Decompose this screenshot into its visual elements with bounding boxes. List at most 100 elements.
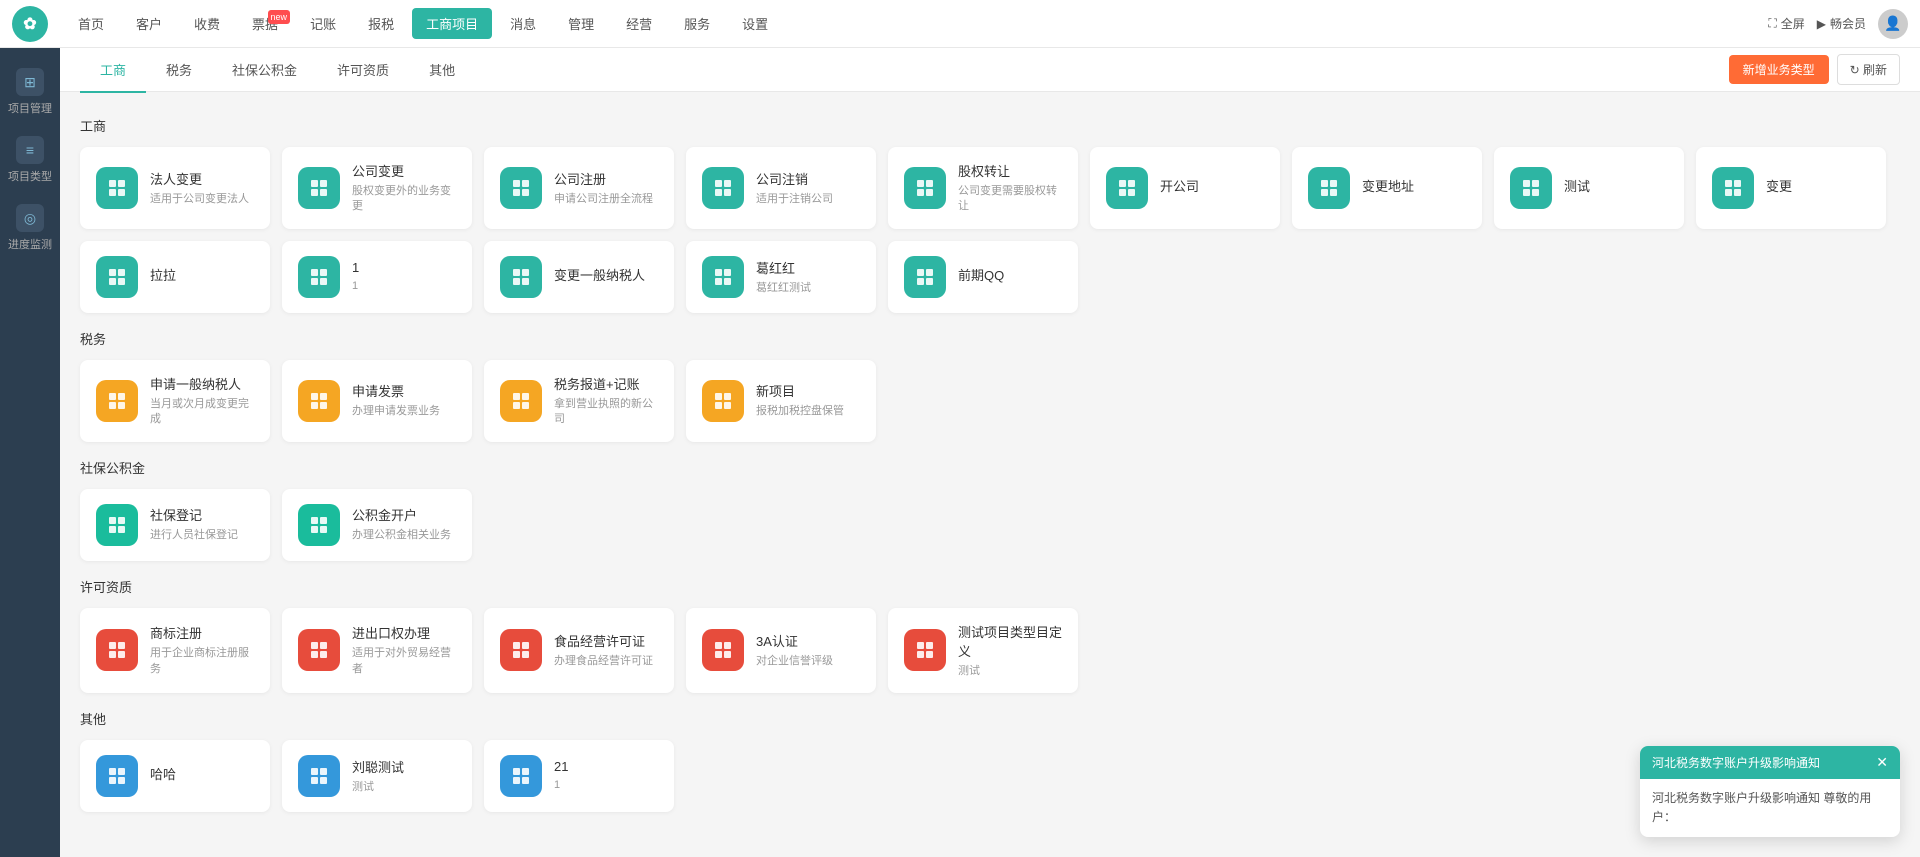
card-icon	[298, 504, 340, 546]
sub-tab-许可资质[interactable]: 许可资质	[317, 48, 409, 93]
card-3A认证[interactable]: 3A认证 对企业信誉评级	[686, 608, 876, 693]
card-desc: 对企业信誉评级	[756, 654, 833, 669]
card-测试[interactable]: 测试	[1494, 147, 1684, 229]
fullscreen-btn[interactable]: ⛶ 全屏	[1768, 15, 1804, 32]
card-info: 哈哈	[150, 764, 176, 787]
card-icon	[904, 256, 946, 298]
nav-item-经营[interactable]: 经营	[612, 8, 666, 39]
nav-item-服务[interactable]: 服务	[670, 8, 724, 39]
card-申请一般纳税人[interactable]: 申请一般纳税人 当月或次月成变更完成	[80, 360, 270, 442]
card-申请发票[interactable]: 申请发票 办理申请发票业务	[282, 360, 472, 442]
refresh-btn[interactable]: ↻ 刷新	[1837, 54, 1900, 85]
sub-tab-税务[interactable]: 税务	[146, 48, 212, 93]
card-title: 社保登记	[150, 505, 238, 524]
sidebar-item-进度监测[interactable]: ◎ 进度监测	[0, 194, 60, 262]
new-type-btn[interactable]: 新增业务类型	[1729, 55, 1829, 84]
card-title: 1	[352, 260, 359, 275]
sidebar-item-label: 项目类型	[8, 168, 52, 184]
nav-item-管理[interactable]: 管理	[554, 8, 608, 39]
card-info: 公司变更 股权变更外的业务变更	[352, 161, 456, 215]
card-icon	[702, 167, 744, 209]
card-法人变更[interactable]: 法人变更 适用于公司变更法人	[80, 147, 270, 229]
card-icon	[298, 755, 340, 797]
card-葛红红[interactable]: 葛红红 葛红红测试	[686, 241, 876, 313]
card-公司注销[interactable]: 公司注销 适用于注销公司	[686, 147, 876, 229]
sub-tab-其他[interactable]: 其他	[409, 48, 475, 93]
nav-item-首页[interactable]: 首页	[64, 8, 118, 39]
card-icon	[96, 629, 138, 671]
card-食品经营许可证[interactable]: 食品经营许可证 办理食品经营许可证	[484, 608, 674, 693]
card-info: 变更一般纳税人	[554, 265, 645, 288]
sidebar-icon: ◎	[16, 204, 44, 232]
card-前期QQ[interactable]: 前期QQ	[888, 241, 1078, 313]
card-info: 变更	[1766, 176, 1792, 199]
card-title: 21	[554, 759, 568, 774]
card-info: 社保登记 进行人员社保登记	[150, 505, 238, 543]
sidebar: ⊞ 项目管理 ≡ 项目类型 ◎ 进度监测	[0, 48, 60, 857]
card-哈哈[interactable]: 哈哈	[80, 740, 270, 812]
card-info: 21 1	[554, 759, 568, 793]
card-title: 刘聪测试	[352, 757, 404, 776]
card-测试项目类型目定义[interactable]: 测试项目类型目定义 测试	[888, 608, 1078, 693]
app-logo: ✿	[12, 6, 48, 42]
card-title: 商标注册	[150, 623, 254, 642]
cards-grid-税务: 申请一般纳税人 当月或次月成变更完成 申请发票 办理申请发票业务	[80, 360, 1900, 442]
sub-tab-工商[interactable]: 工商	[80, 48, 146, 93]
card-icon	[702, 256, 744, 298]
card-desc: 适用于公司变更法人	[150, 192, 249, 207]
cards-grid-工商: 法人变更 适用于公司变更法人 公司变更 股权变更外的业务变更	[80, 147, 1900, 313]
card-title: 测试	[1564, 176, 1590, 195]
card-开公司[interactable]: 开公司	[1090, 147, 1280, 229]
card-拉拉[interactable]: 拉拉	[80, 241, 270, 313]
card-desc: 办理食品经营许可证	[554, 654, 653, 669]
nav-item-收费[interactable]: 收费	[180, 8, 234, 39]
member-btn[interactable]: ▶ 畅会员	[1817, 15, 1866, 32]
section-title-其他: 其他	[80, 709, 1900, 728]
card-公积金开户[interactable]: 公积金开户 办理公积金相关业务	[282, 489, 472, 561]
card-21[interactable]: 21 1	[484, 740, 674, 812]
card-股权转让[interactable]: 股权转让 公司变更需要股权转让	[888, 147, 1078, 229]
notification-header: 河北税务数字账户升级影响通知 ✕	[1640, 746, 1900, 779]
section-title-税务: 税务	[80, 329, 1900, 348]
notification-title: 河北税务数字账户升级影响通知	[1652, 754, 1820, 771]
card-变更地址[interactable]: 变更地址	[1292, 147, 1482, 229]
nav-item-记账[interactable]: 记账	[296, 8, 350, 39]
sub-tab-社保公积金[interactable]: 社保公积金	[212, 48, 317, 93]
card-刘聪测试[interactable]: 刘聪测试 测试	[282, 740, 472, 812]
card-desc: 当月或次月成变更完成	[150, 397, 254, 428]
user-avatar[interactable]: 👤	[1878, 9, 1908, 39]
card-商标注册[interactable]: 商标注册 用于企业商标注册服务	[80, 608, 270, 693]
card-title: 公司注销	[756, 169, 833, 188]
sidebar-item-项目类型[interactable]: ≡ 项目类型	[0, 126, 60, 194]
card-公司变更[interactable]: 公司变更 股权变更外的业务变更	[282, 147, 472, 229]
nav-item-客户[interactable]: 客户	[122, 8, 176, 39]
card-新项目[interactable]: 新项目 报税加税控盘保管	[686, 360, 876, 442]
card-icon	[500, 167, 542, 209]
card-icon	[1510, 167, 1552, 209]
card-title: 变更	[1766, 176, 1792, 195]
card-1[interactable]: 1 1	[282, 241, 472, 313]
card-变更一般纳税人[interactable]: 变更一般纳税人	[484, 241, 674, 313]
card-title: 食品经营许可证	[554, 631, 653, 650]
notification-close-btn[interactable]: ✕	[1876, 754, 1888, 771]
cards-grid-许可资质: 商标注册 用于企业商标注册服务 进出口权办理 适用于对外贸易经营者	[80, 608, 1900, 693]
card-info: 申请一般纳税人 当月或次月成变更完成	[150, 374, 254, 428]
nav-item-票据[interactable]: 票据new	[238, 8, 292, 39]
card-icon	[904, 167, 946, 209]
card-icon	[298, 256, 340, 298]
nav-item-报税[interactable]: 报税	[354, 8, 408, 39]
nav-item-设置[interactable]: 设置	[728, 8, 782, 39]
card-icon	[298, 167, 340, 209]
card-desc: 进行人员社保登记	[150, 528, 238, 543]
card-info: 变更地址	[1362, 176, 1414, 199]
card-desc: 报税加税控盘保管	[756, 404, 844, 419]
card-税务报道+记账[interactable]: 税务报道+记账 拿到营业执照的新公司	[484, 360, 674, 442]
card-进出口权办理[interactable]: 进出口权办理 适用于对外贸易经营者	[282, 608, 472, 693]
sidebar-item-项目管理[interactable]: ⊞ 项目管理	[0, 58, 60, 126]
card-变更[interactable]: 变更	[1696, 147, 1886, 229]
nav-item-消息[interactable]: 消息	[496, 8, 550, 39]
nav-items: 首页客户收费票据new记账报税工商项目消息管理经营服务设置	[64, 8, 1768, 39]
card-公司注册[interactable]: 公司注册 申请公司注册全流程	[484, 147, 674, 229]
card-社保登记[interactable]: 社保登记 进行人员社保登记	[80, 489, 270, 561]
nav-item-工商项目[interactable]: 工商项目	[412, 8, 492, 39]
